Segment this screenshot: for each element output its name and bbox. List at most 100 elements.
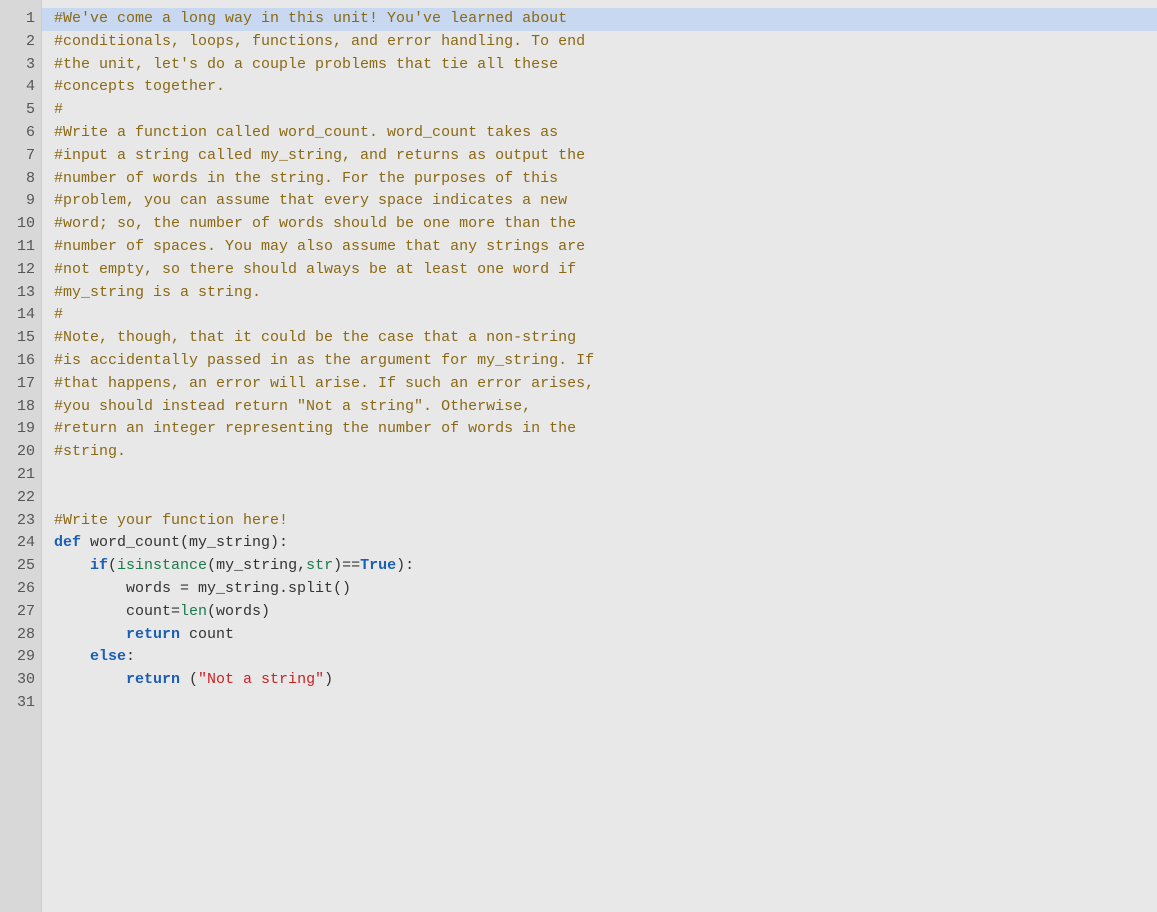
- line-number: 13: [8, 282, 35, 305]
- code-line: #the unit, let's do a couple problems th…: [54, 54, 1145, 77]
- line-number: 14: [8, 304, 35, 327]
- code-line: #: [54, 99, 1145, 122]
- line-number: 11: [8, 236, 35, 259]
- token-normal: [54, 626, 126, 643]
- line-number: 3: [8, 54, 35, 77]
- token-keyword: return: [126, 671, 180, 688]
- token-normal: (: [180, 671, 198, 688]
- line-number: 18: [8, 396, 35, 419]
- token-comment: #return an integer representing the numb…: [54, 420, 576, 437]
- line-number: 19: [8, 418, 35, 441]
- line-number: 28: [8, 624, 35, 647]
- token-keyword: def: [54, 534, 81, 551]
- token-comment: #number of spaces. You may also assume t…: [54, 238, 585, 255]
- code-line: return ("Not a string"): [54, 669, 1145, 692]
- token-normal: [54, 557, 90, 574]
- code-content[interactable]: #We've come a long way in this unit! You…: [42, 0, 1157, 912]
- token-builtin: len: [180, 603, 207, 620]
- line-number: 1: [8, 8, 35, 31]
- code-line: #Write a function called word_count. wor…: [54, 122, 1145, 145]
- token-normal: count=: [54, 603, 180, 620]
- code-editor: 1234567891011121314151617181920212223242…: [0, 0, 1157, 912]
- token-comment: #Note, though, that it could be the case…: [54, 329, 576, 346]
- token-comment: #string.: [54, 443, 126, 460]
- code-line: #Note, though, that it could be the case…: [54, 327, 1145, 350]
- token-normal: [54, 671, 126, 688]
- code-line: #: [54, 304, 1145, 327]
- line-number: 26: [8, 578, 35, 601]
- line-number: 29: [8, 646, 35, 669]
- token-normal: words = my_string.split(): [54, 580, 351, 597]
- code-line: def word_count(my_string):: [54, 532, 1145, 555]
- code-line: #conditionals, loops, functions, and err…: [54, 31, 1145, 54]
- line-numbers: 1234567891011121314151617181920212223242…: [0, 0, 42, 912]
- code-line: if(isinstance(my_string,str)==True):: [54, 555, 1145, 578]
- line-number: 16: [8, 350, 35, 373]
- code-line: [54, 487, 1145, 510]
- code-line: [54, 464, 1145, 487]
- token-comment: #problem, you can assume that every spac…: [54, 192, 567, 209]
- line-number: 5: [8, 99, 35, 122]
- code-line: #Write your function here!: [54, 510, 1145, 533]
- code-line: #is accidentally passed in as the argume…: [54, 350, 1145, 373]
- code-line: words = my_string.split(): [54, 578, 1145, 601]
- code-line: #my_string is a string.: [54, 282, 1145, 305]
- code-line: #string.: [54, 441, 1145, 464]
- line-number: 8: [8, 168, 35, 191]
- code-line: #that happens, an error will arise. If s…: [54, 373, 1145, 396]
- line-number: 22: [8, 487, 35, 510]
- code-line: #word; so, the number of words should be…: [54, 213, 1145, 236]
- line-number: 20: [8, 441, 35, 464]
- code-line: #problem, you can assume that every spac…: [54, 190, 1145, 213]
- line-number: 24: [8, 532, 35, 555]
- token-normal: (: [108, 557, 117, 574]
- token-normal: word_count(my_string):: [81, 534, 288, 551]
- line-number: 4: [8, 76, 35, 99]
- line-number: 2: [8, 31, 35, 54]
- code-line: #you should instead return "Not a string…: [54, 396, 1145, 419]
- token-normal: ): [324, 671, 333, 688]
- token-normal: (words): [207, 603, 270, 620]
- code-line: count=len(words): [54, 601, 1145, 624]
- token-comment: #is accidentally passed in as the argume…: [54, 352, 594, 369]
- token-comment: #not empty, so there should always be at…: [54, 261, 576, 278]
- code-line: #number of spaces. You may also assume t…: [54, 236, 1145, 259]
- line-number: 7: [8, 145, 35, 168]
- token-keyword: return: [126, 626, 180, 643]
- code-line: #number of words in the string. For the …: [54, 168, 1145, 191]
- code-line: #input a string called my_string, and re…: [54, 145, 1145, 168]
- token-comment: #Write a function called word_count. wor…: [54, 124, 558, 141]
- line-number: 21: [8, 464, 35, 487]
- line-number: 23: [8, 510, 35, 533]
- token-comment: #We've come a long way in this unit! You…: [54, 10, 567, 27]
- token-keyword: else: [90, 648, 126, 665]
- line-number: 10: [8, 213, 35, 236]
- token-comment: #you should instead return "Not a string…: [54, 398, 531, 415]
- token-normal: (my_string,: [207, 557, 306, 574]
- token-boolean: True: [360, 557, 396, 574]
- token-comment: #concepts together.: [54, 78, 225, 95]
- line-number: 15: [8, 327, 35, 350]
- token-keyword: if: [90, 557, 108, 574]
- line-number: 30: [8, 669, 35, 692]
- token-comment: #Write your function here!: [54, 512, 288, 529]
- line-number: 27: [8, 601, 35, 624]
- line-number: 25: [8, 555, 35, 578]
- token-normal: )==: [333, 557, 360, 574]
- code-line: #not empty, so there should always be at…: [54, 259, 1145, 282]
- token-comment: #number of words in the string. For the …: [54, 170, 558, 187]
- code-line: else:: [54, 646, 1145, 669]
- code-line: return count: [54, 624, 1145, 647]
- token-string: "Not a string": [198, 671, 324, 688]
- token-comment: #input a string called my_string, and re…: [54, 147, 585, 164]
- line-number: 31: [8, 692, 35, 715]
- token-normal: :: [126, 648, 135, 665]
- code-line: #We've come a long way in this unit! You…: [42, 8, 1157, 31]
- line-number: 6: [8, 122, 35, 145]
- token-comment: #conditionals, loops, functions, and err…: [54, 33, 585, 50]
- token-comment: #word; so, the number of words should be…: [54, 215, 576, 232]
- token-comment: #the unit, let's do a couple problems th…: [54, 56, 558, 73]
- token-comment: #: [54, 306, 63, 323]
- token-builtin: isinstance: [117, 557, 207, 574]
- token-normal: [54, 648, 90, 665]
